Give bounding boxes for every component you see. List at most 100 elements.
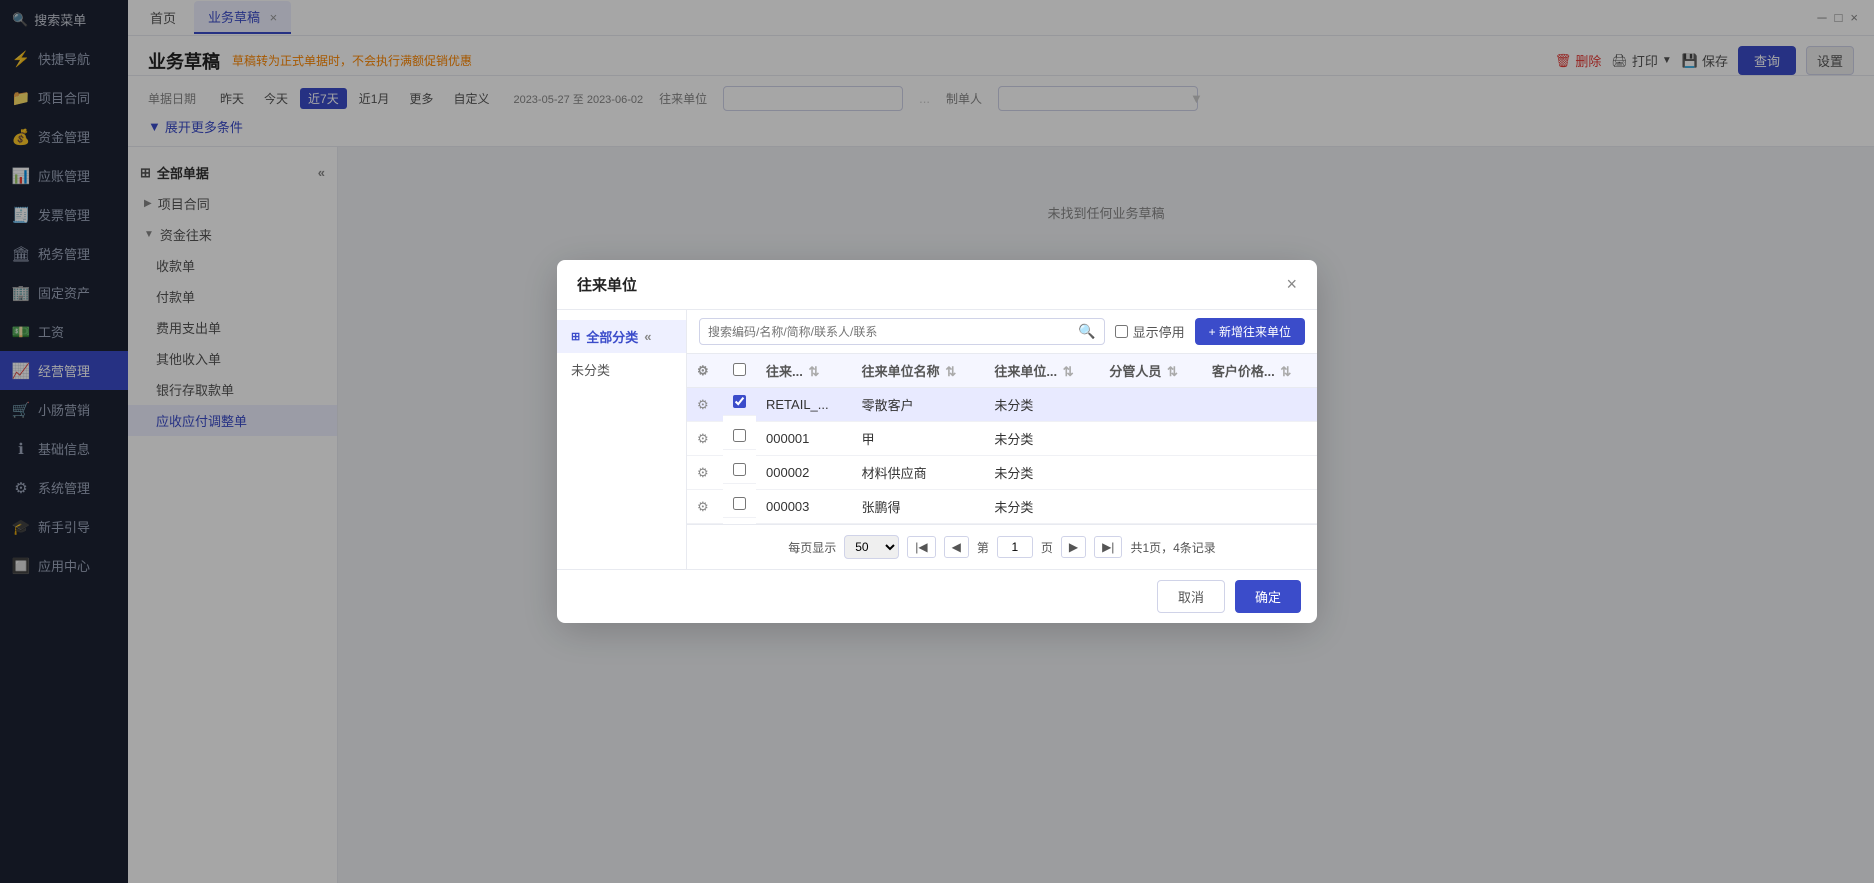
table-row[interactable]: ⚙ 000002 材料供应商 未分类 — [687, 456, 1317, 490]
dialog-left-collapse-icon[interactable]: « — [644, 329, 651, 344]
row-gear-icon[interactable]: ⚙ — [697, 431, 709, 446]
row-checkbox-cell — [723, 388, 756, 416]
page-size-label: 每页显示 — [788, 539, 836, 556]
dialog-action-bar: 取消 确定 — [557, 569, 1317, 623]
dialog-table: ⚙ 往来... ⇅ 往来单位名称 — [687, 354, 1317, 524]
row-checkbox-cell — [723, 422, 756, 450]
table-head: ⚙ 往来... ⇅ 往来单位名称 — [687, 354, 1317, 388]
sort-category-icon: ⇅ — [1063, 364, 1074, 379]
page-size-select[interactable]: 50 100 — [844, 535, 899, 559]
page-input[interactable] — [997, 536, 1033, 558]
row-manager — [1099, 422, 1202, 456]
row-checkbox-cell — [723, 456, 756, 484]
show-disabled-check[interactable] — [1115, 325, 1128, 338]
row-price-level — [1202, 422, 1317, 456]
row-gear-icon[interactable]: ⚙ — [697, 397, 709, 412]
dialog-close-button[interactable]: × — [1286, 274, 1297, 295]
row-name: 材料供应商 — [852, 456, 985, 490]
row-manager — [1099, 388, 1202, 422]
page-word: 第 — [977, 539, 989, 556]
party-dialog: 往来单位 × ⊞ 全部分类 « 未分类 — [557, 260, 1317, 623]
search-box: 🔍 — [699, 318, 1105, 345]
row-price-level — [1202, 388, 1317, 422]
show-disabled-checkbox[interactable]: 显示停用 — [1115, 322, 1185, 341]
page-prev-button[interactable]: ◀ — [944, 536, 969, 558]
dialog-table-wrap: ⚙ 往来... ⇅ 往来单位名称 — [687, 354, 1317, 524]
row-category: 未分类 — [984, 388, 1099, 422]
sort-name-icon: ⇅ — [945, 364, 956, 379]
row-checkbox-cell — [723, 490, 756, 518]
row-price-level — [1202, 456, 1317, 490]
gear-icon[interactable]: ⚙ — [697, 363, 709, 378]
table-row[interactable]: ⚙ 000003 张鹏得 未分类 — [687, 490, 1317, 524]
sort-code-icon: ⇅ — [808, 364, 819, 379]
dialog-title: 往来单位 — [577, 274, 637, 295]
dialog-left-panel: ⊞ 全部分类 « 未分类 — [557, 310, 687, 569]
th-manager-label: 分管人员 — [1109, 364, 1161, 379]
row-category: 未分类 — [984, 456, 1099, 490]
row-settings-cell: ⚙ — [687, 456, 723, 490]
row-name: 零散客户 — [852, 388, 985, 422]
search-icon: 🔍 — [1078, 323, 1095, 340]
th-category-label: 往来单位... — [994, 364, 1057, 379]
grid-icon-small: ⊞ — [571, 330, 580, 343]
row-manager — [1099, 456, 1202, 490]
row-settings-cell: ⚙ — [687, 422, 723, 456]
row-checkbox[interactable] — [733, 497, 746, 510]
dialog-overlay[interactable]: 往来单位 × ⊞ 全部分类 « 未分类 — [0, 0, 1874, 883]
dialog-left-all-category[interactable]: ⊞ 全部分类 « — [557, 320, 686, 353]
sort-price-icon: ⇅ — [1280, 364, 1291, 379]
total-info: 共1页，4条记录 — [1130, 539, 1215, 556]
row-category: 未分类 — [984, 490, 1099, 524]
row-price-level — [1202, 490, 1317, 524]
row-settings-cell: ⚙ — [687, 490, 723, 524]
sort-manager-icon: ⇅ — [1167, 364, 1178, 379]
row-name: 张鹏得 — [852, 490, 985, 524]
dialog-left-all-label: 全部分类 — [586, 327, 638, 346]
th-price: 客户价格... ⇅ — [1202, 354, 1317, 388]
th-code: 往来... ⇅ — [756, 354, 852, 388]
dialog-header: 往来单位 × — [557, 260, 1317, 310]
dialog-toolbar: 🔍 显示停用 + 新增往来单位 — [687, 310, 1317, 354]
row-checkbox[interactable] — [733, 463, 746, 476]
party-search-input[interactable] — [708, 325, 1072, 339]
add-party-button[interactable]: + 新增往来单位 — [1195, 318, 1305, 345]
th-category: 往来单位... ⇅ — [984, 354, 1099, 388]
row-code: RETAIL_... — [756, 388, 852, 422]
cancel-button[interactable]: 取消 — [1157, 580, 1225, 613]
page-next-button[interactable]: ▶ — [1061, 536, 1086, 558]
dialog-left-unclassified[interactable]: 未分类 — [557, 353, 686, 386]
row-name: 甲 — [852, 422, 985, 456]
confirm-button[interactable]: 确定 — [1235, 580, 1301, 613]
row-category: 未分类 — [984, 422, 1099, 456]
select-all-checkbox[interactable] — [733, 363, 746, 376]
dialog-left-unclassified-label: 未分类 — [571, 360, 610, 379]
pagination-row: 每页显示 50 100 |◀ ◀ 第 页 ▶ ▶| 共1页，4条记录 — [703, 535, 1301, 559]
row-checkbox[interactable] — [733, 395, 746, 408]
page-label: 页 — [1041, 539, 1053, 556]
dialog-table-body: ⚙ RETAIL_... 零散客户 未分类 ⚙ 000001 甲 未分类 ⚙ 0… — [687, 388, 1317, 524]
row-manager — [1099, 490, 1202, 524]
dialog-right-panel: 🔍 显示停用 + 新增往来单位 ⚙ — [687, 310, 1317, 569]
page-first-button[interactable]: |◀ — [907, 536, 935, 558]
th-manager: 分管人员 ⇅ — [1099, 354, 1202, 388]
th-settings: ⚙ — [687, 354, 723, 388]
show-disabled-label: 显示停用 — [1133, 322, 1185, 341]
table-row[interactable]: ⚙ 000001 甲 未分类 — [687, 422, 1317, 456]
row-code: 000002 — [756, 456, 852, 490]
table-row[interactable]: ⚙ RETAIL_... 零散客户 未分类 — [687, 388, 1317, 422]
dialog-footer: 每页显示 50 100 |◀ ◀ 第 页 ▶ ▶| 共1页，4条记录 — [687, 524, 1317, 569]
table-header-row: ⚙ 往来... ⇅ 往来单位名称 — [687, 354, 1317, 388]
row-checkbox[interactable] — [733, 429, 746, 442]
row-code: 000001 — [756, 422, 852, 456]
dialog-body: ⊞ 全部分类 « 未分类 🔍 显示停用 — [557, 310, 1317, 569]
row-code: 000003 — [756, 490, 852, 524]
th-checkbox — [723, 354, 756, 388]
th-name: 往来单位名称 ⇅ — [852, 354, 985, 388]
page-last-button[interactable]: ▶| — [1094, 536, 1122, 558]
row-gear-icon[interactable]: ⚙ — [697, 499, 709, 514]
th-name-label: 往来单位名称 — [862, 364, 940, 379]
th-price-label: 客户价格... — [1212, 364, 1275, 379]
row-gear-icon[interactable]: ⚙ — [697, 465, 709, 480]
th-code-label: 往来... — [766, 364, 803, 379]
